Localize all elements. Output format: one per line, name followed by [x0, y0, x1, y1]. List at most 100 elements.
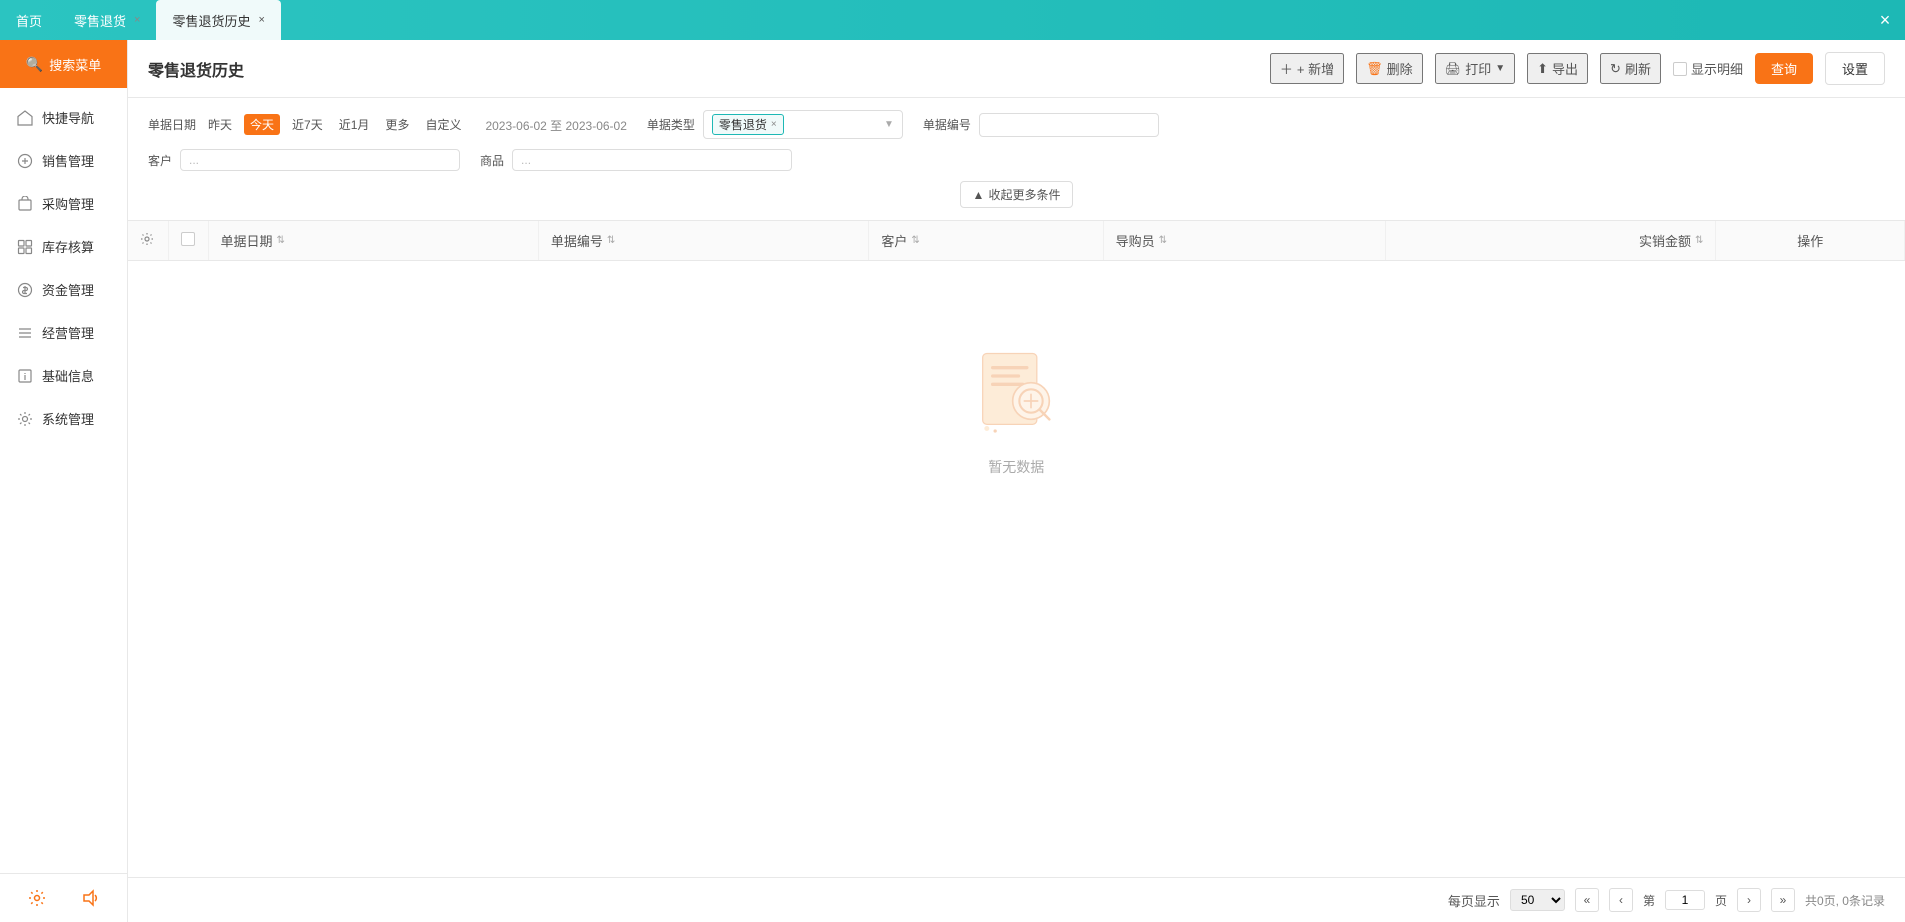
sidebar-item-sales[interactable]: 销售管理 [0, 139, 127, 182]
delete-button[interactable]: 🗑 删除 [1356, 53, 1423, 84]
filter-row-2: 客户 ... 商品 ... [148, 149, 1885, 171]
goods-placeholder: ... [521, 153, 531, 167]
inventory-icon [16, 238, 34, 256]
date-filter-label: 单据日期 [148, 116, 196, 133]
th-date[interactable]: 单据日期 ⇅ [208, 221, 538, 261]
sidebar-item-purchase-label: 采购管理 [42, 194, 94, 213]
th-guide[interactable]: 导购员 ⇅ [1103, 221, 1385, 261]
sales-icon [16, 152, 34, 170]
sidebar-item-purchase[interactable]: 采购管理 [0, 182, 127, 225]
th-date-sort-icon: ⇅ [277, 235, 285, 246]
date-option-1month[interactable]: 近1月 [335, 114, 374, 135]
tab-retail-return-label: 零售退货 [74, 11, 126, 30]
sidebar-item-basic-info[interactable]: 基础信息 [0, 354, 127, 397]
date-option-custom[interactable]: 自定义 [421, 114, 465, 135]
page-title: 零售退货历史 [148, 57, 244, 81]
data-table: 单据日期 ⇅ 单据编号 ⇅ 客户 [128, 221, 1905, 557]
export-button[interactable]: ⬆ 导出 [1527, 53, 1588, 84]
date-option-today[interactable]: 今天 [244, 114, 280, 135]
tab-retail-return-history-close[interactable]: × [258, 14, 264, 26]
tab-retail-return-close[interactable]: × [134, 14, 140, 26]
number-filter: 单据编号 [923, 113, 1159, 137]
tab-retail-return[interactable]: 零售退货 × [58, 0, 156, 40]
sidebar-item-inventory[interactable]: 库存核算 [0, 225, 127, 268]
show-detail-checkbox[interactable] [1673, 62, 1687, 76]
prev-page-icon: ‹ [1619, 893, 1623, 907]
empty-illustration [966, 341, 1066, 441]
date-option-yesterday[interactable]: 昨天 [204, 114, 236, 135]
customer-input-container[interactable]: ... [180, 149, 460, 171]
header-actions: ＋ + 新增 🗑 删除 🖨 打印 ▼ ⬆ 导出 ↻ [1270, 52, 1885, 85]
add-button[interactable]: ＋ + 新增 [1270, 53, 1344, 84]
date-filter: 单据日期 昨天 今天 近7天 近1月 更多 自定义 [148, 114, 465, 135]
page-header: 零售退货历史 ＋ + 新增 🗑 删除 🖨 打印 ▼ ⬆ 导出 [128, 40, 1905, 98]
goods-input-container[interactable]: ... [512, 149, 792, 171]
prev-page-button[interactable]: ‹ [1609, 888, 1633, 912]
sidebar-bottom [0, 873, 127, 922]
last-page-button[interactable]: » [1771, 888, 1795, 912]
type-tag-text: 零售退货 [719, 116, 767, 133]
system-icon [16, 410, 34, 428]
search-icon: 🔍 [26, 56, 43, 73]
collapse-label: 收起更多条件 [988, 186, 1060, 203]
print-label: 打印 [1465, 59, 1491, 78]
settings-filter-button[interactable]: 设置 [1825, 52, 1885, 85]
last-page-icon: » [1780, 893, 1787, 907]
type-tag-close-button[interactable]: × [771, 119, 777, 130]
th-number[interactable]: 单据编号 ⇅ [538, 221, 868, 261]
filter-row-1: 单据日期 昨天 今天 近7天 近1月 更多 自定义 2023-06-02 至 2… [148, 110, 1885, 139]
total-info: 共0页, 0条记录 [1805, 892, 1885, 909]
th-guide-label: 导购员 [1116, 231, 1155, 250]
date-option-more[interactable]: 更多 [381, 114, 413, 135]
tab-retail-return-history[interactable]: 零售退货历史 × [156, 0, 280, 40]
date-option-7days[interactable]: 近7天 [288, 114, 327, 135]
purchase-icon [16, 195, 34, 213]
settings-button[interactable] [23, 884, 51, 912]
th-action: 操作 [1716, 221, 1905, 261]
goods-filter-label: 商品 [480, 152, 504, 169]
volume-button[interactable] [76, 884, 104, 912]
sidebar-item-quick-nav[interactable]: 快捷导航 [0, 96, 127, 139]
print-icon: 🖨 [1445, 61, 1462, 77]
sidebar-item-finance[interactable]: 资金管理 [0, 268, 127, 311]
number-filter-input[interactable] [979, 113, 1159, 137]
th-action-label: 操作 [1797, 234, 1823, 249]
customer-placeholder: ... [189, 153, 199, 167]
collapse-filter-button[interactable]: ▲ 收起更多条件 [960, 181, 1074, 208]
empty-state-row: 暂无数据 [128, 261, 1905, 558]
sidebar-item-system[interactable]: 系统管理 [0, 397, 127, 440]
type-filter: 单据类型 零售退货 × ▼ [647, 110, 903, 139]
type-dropdown-arrow[interactable]: ▼ [884, 119, 894, 130]
th-gear[interactable] [128, 221, 168, 261]
pagination: 每页显示 50 10 20 100 « ‹ 第 页 › » 共0页, 0条记录 [128, 877, 1905, 922]
type-tag-container[interactable]: 零售退货 × ▼ [703, 110, 903, 139]
print-button[interactable]: 🖨 打印 ▼ [1435, 53, 1515, 84]
tab-list: 首页 零售退货 × 零售退货历史 × [0, 0, 1865, 40]
export-icon: ⬆ [1537, 61, 1548, 77]
page-size-select[interactable]: 50 10 20 100 [1510, 889, 1565, 911]
type-filter-label: 单据类型 [647, 116, 695, 133]
window-close-button[interactable]: × [1865, 0, 1905, 40]
th-number-sort-icon: ⇅ [607, 235, 615, 246]
select-all-checkbox[interactable] [181, 232, 195, 246]
th-amount[interactable]: 实销金额 ⇅ [1386, 221, 1716, 261]
refresh-button[interactable]: ↻ 刷新 [1600, 53, 1661, 84]
th-customer-label: 客户 [881, 231, 907, 250]
basic-info-icon [16, 367, 34, 385]
add-label: + 新增 [1297, 59, 1334, 78]
tab-home[interactable]: 首页 [0, 0, 58, 40]
first-page-icon: « [1584, 893, 1591, 907]
page-number-input[interactable] [1665, 890, 1705, 910]
show-detail-toggle[interactable]: 显示明细 [1673, 59, 1743, 78]
th-customer[interactable]: 客户 ⇅ [869, 221, 1103, 261]
sidebar-item-inventory-label: 库存核算 [42, 237, 94, 256]
sidebar-search[interactable]: 🔍 搜索菜单 [0, 40, 127, 88]
next-page-button[interactable]: › [1737, 888, 1761, 912]
query-button[interactable]: 查询 [1755, 53, 1813, 84]
first-page-button[interactable]: « [1575, 888, 1599, 912]
sidebar-item-quick-nav-label: 快捷导航 [42, 108, 94, 127]
sidebar-item-operation[interactable]: 经营管理 [0, 311, 127, 354]
table-body: 暂无数据 [128, 261, 1905, 558]
table-header-row: 单据日期 ⇅ 单据编号 ⇅ 客户 [128, 221, 1905, 261]
th-checkbox[interactable] [168, 221, 208, 261]
